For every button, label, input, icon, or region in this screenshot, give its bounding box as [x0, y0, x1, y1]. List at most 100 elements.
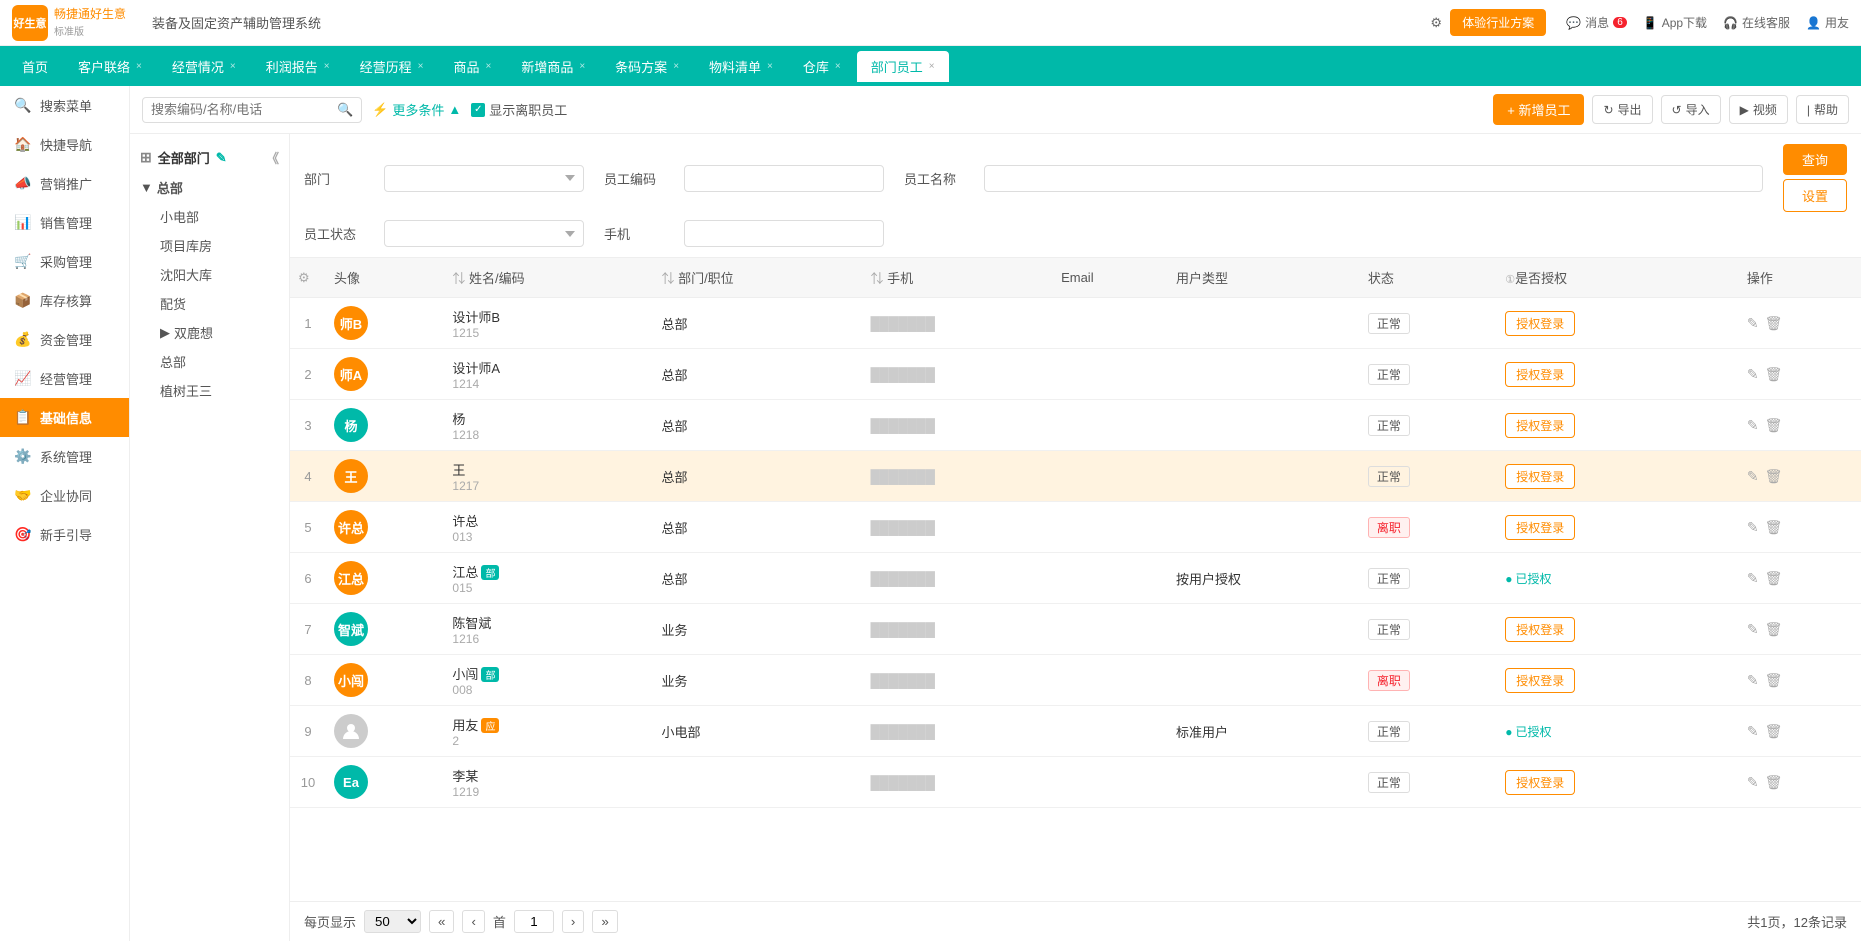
edit-icon[interactable]: ✎ — [1747, 621, 1759, 638]
last-page-btn[interactable]: » — [592, 910, 617, 933]
auth-login-button[interactable]: 授权登录 — [1505, 413, 1575, 438]
dept-node-shuanglu[interactable]: ▶ 双鹿想 — [130, 318, 289, 347]
sidebar-item-guide[interactable]: 🎯 新手引导 — [0, 515, 129, 554]
sidebar-item-inventory[interactable]: 📦 库存核算 — [0, 281, 129, 320]
app-download-button[interactable]: 📱 App下载 — [1643, 14, 1707, 31]
edit-icon[interactable]: ✎ — [1747, 417, 1759, 434]
phone-filter-input[interactable] — [684, 220, 884, 247]
settings-icon[interactable]: ⚙ — [1422, 9, 1450, 37]
sidebar-item-collab[interactable]: 🤝 企业协同 — [0, 476, 129, 515]
next-page-btn[interactable]: › — [562, 910, 584, 933]
search-icon-btn[interactable]: 🔍 — [337, 102, 353, 118]
edit-icon[interactable]: ✎ — [1747, 366, 1759, 383]
more-conditions-btn[interactable]: ⚡ 更多条件 ▲ — [372, 100, 461, 119]
auth-login-button[interactable]: 授权登录 — [1505, 668, 1575, 693]
first-page-btn[interactable]: « — [429, 910, 454, 933]
video-button[interactable]: ▶ 视频 — [1729, 95, 1788, 124]
sidebar-item-sales[interactable]: 📊 销售管理 — [0, 203, 129, 242]
emp-status-filter-select[interactable] — [384, 220, 584, 247]
online-service-button[interactable]: 🎧 在线客服 — [1723, 14, 1790, 31]
tab-operation[interactable]: 经营情况 × — [158, 51, 250, 82]
edit-icon[interactable]: ✎ — [1747, 570, 1759, 587]
tab-profit[interactable]: 利润报告 × — [252, 51, 344, 82]
delete-icon[interactable]: 🗑 — [1765, 570, 1783, 587]
cell-ops: ✎ 🗑 — [1739, 400, 1861, 451]
employee-code: 1219 — [452, 785, 645, 799]
dept-node-zongbu[interactable]: 总部 — [130, 347, 289, 376]
query-button[interactable]: 查询 — [1783, 144, 1847, 175]
search-input[interactable] — [151, 102, 331, 117]
tab-employees[interactable]: 部门员工 × — [857, 51, 949, 82]
auth-login-button[interactable]: 授权登录 — [1505, 770, 1575, 795]
edit-icon[interactable]: ✎ — [1747, 519, 1759, 536]
tab-bom[interactable]: 物料清单 × — [695, 51, 787, 82]
auth-login-button[interactable]: 授权登录 — [1505, 362, 1575, 387]
sidebar-label-inventory: 库存核算 — [40, 291, 92, 310]
dept-node-xiaodian[interactable]: 小电部 — [130, 202, 289, 231]
sidebar-item-basic[interactable]: 📋 基础信息 — [0, 398, 129, 437]
sidebar-item-finance[interactable]: 💰 资金管理 — [0, 320, 129, 359]
delete-icon[interactable]: 🗑 — [1765, 723, 1783, 740]
auth-login-button[interactable]: 授权登录 — [1505, 515, 1575, 540]
sidebar-item-search[interactable]: 🔍 搜索菜单 — [0, 86, 129, 125]
dept-filter-select[interactable] — [384, 165, 584, 192]
show-resigned-toggle[interactable]: ✓ 显示离职员工 — [471, 100, 567, 119]
add-employee-button[interactable]: + 新增员工 — [1493, 94, 1584, 125]
edit-icon[interactable]: ✎ — [1747, 468, 1759, 485]
dept-node-shenyang[interactable]: 沈阳大库 — [130, 260, 289, 289]
phone-masked: ███████ — [870, 622, 934, 637]
dept-node-xiangmu[interactable]: 项目库房 — [130, 231, 289, 260]
delete-icon[interactable]: 🗑 — [1765, 315, 1783, 332]
dept-node-zongbu-parent[interactable]: ▼ 总部 — [130, 173, 289, 202]
emp-code-filter-input[interactable] — [684, 165, 884, 192]
help-button[interactable]: | 帮助 — [1796, 95, 1849, 124]
col-dept[interactable]: ⇅ 部门/职位 — [653, 258, 862, 298]
prev-page-btn[interactable]: ‹ — [462, 910, 484, 933]
auth-login-button[interactable]: 授权登录 — [1505, 464, 1575, 489]
import-button[interactable]: ↺ 导入 — [1661, 95, 1721, 124]
delete-icon[interactable]: 🗑 — [1765, 621, 1783, 638]
export-button[interactable]: ↻ 导出 — [1592, 95, 1652, 124]
dept-node-peihuo[interactable]: 配货 — [130, 289, 289, 318]
edit-icon[interactable]: ✎ — [1747, 774, 1759, 791]
sidebar-item-operations[interactable]: 📈 经营管理 — [0, 359, 129, 398]
delete-icon[interactable]: 🗑 — [1765, 672, 1783, 689]
tab-history[interactable]: 经营历程 × — [346, 51, 438, 82]
dept-collapse-icon[interactable]: 《 — [266, 148, 279, 167]
set-button[interactable]: 设置 — [1783, 179, 1847, 212]
tab-warehouse[interactable]: 仓库 × — [789, 51, 855, 82]
edit-icon[interactable]: ✎ — [1747, 672, 1759, 689]
emp-name-filter-input[interactable] — [984, 165, 1763, 192]
dept-edit-icon[interactable]: ✎ — [216, 150, 227, 166]
tab-add-goods[interactable]: 新增商品 × — [507, 51, 599, 82]
col-phone[interactable]: ⇅ 手机 — [862, 258, 1053, 298]
trial-button[interactable]: 体验行业方案 — [1450, 9, 1546, 36]
tab-goods[interactable]: 商品 × — [439, 51, 505, 82]
sidebar-item-marketing[interactable]: 📣 营销推广 — [0, 164, 129, 203]
delete-icon[interactable]: 🗑 — [1765, 468, 1783, 485]
tab-home[interactable]: 首页 — [8, 51, 62, 82]
per-page-select[interactable]: 50 20 100 — [364, 910, 421, 933]
checkbox-icon: ✓ — [471, 103, 485, 117]
auth-login-button[interactable]: 授权登录 — [1505, 617, 1575, 642]
edit-icon[interactable]: ✎ — [1747, 315, 1759, 332]
col-name[interactable]: ⇅ 姓名/编码 — [444, 258, 653, 298]
page-number-input[interactable] — [514, 910, 554, 933]
sidebar-item-system[interactable]: ⚙️ 系统管理 — [0, 437, 129, 476]
delete-icon[interactable]: 🗑 — [1765, 774, 1783, 791]
edit-icon[interactable]: ✎ — [1747, 723, 1759, 740]
table-row: 3 杨 杨 1218 总部 ███████ 正常 授权登录 ✎ 🗑 — [290, 400, 1861, 451]
auth-status: ●已授权 — [1505, 572, 1551, 586]
delete-icon[interactable]: 🗑 — [1765, 519, 1783, 536]
tab-customer[interactable]: 客户联络 × — [64, 51, 156, 82]
user-menu-button[interactable]: 👤 用友 — [1806, 14, 1849, 31]
message-button[interactable]: 💬 消息 6 — [1566, 14, 1627, 31]
auth-login-button[interactable]: 授权登录 — [1505, 311, 1575, 336]
tab-barcode[interactable]: 条码方案 × — [601, 51, 693, 82]
sidebar-item-purchase[interactable]: 🛒 采购管理 — [0, 242, 129, 281]
sidebar-item-quicknav[interactable]: 🏠 快捷导航 — [0, 125, 129, 164]
dept-node-zhishu[interactable]: 植树王三 — [130, 376, 289, 405]
delete-icon[interactable]: 🗑 — [1765, 417, 1783, 434]
cell-name: 王 1217 — [444, 451, 653, 502]
delete-icon[interactable]: 🗑 — [1765, 366, 1783, 383]
